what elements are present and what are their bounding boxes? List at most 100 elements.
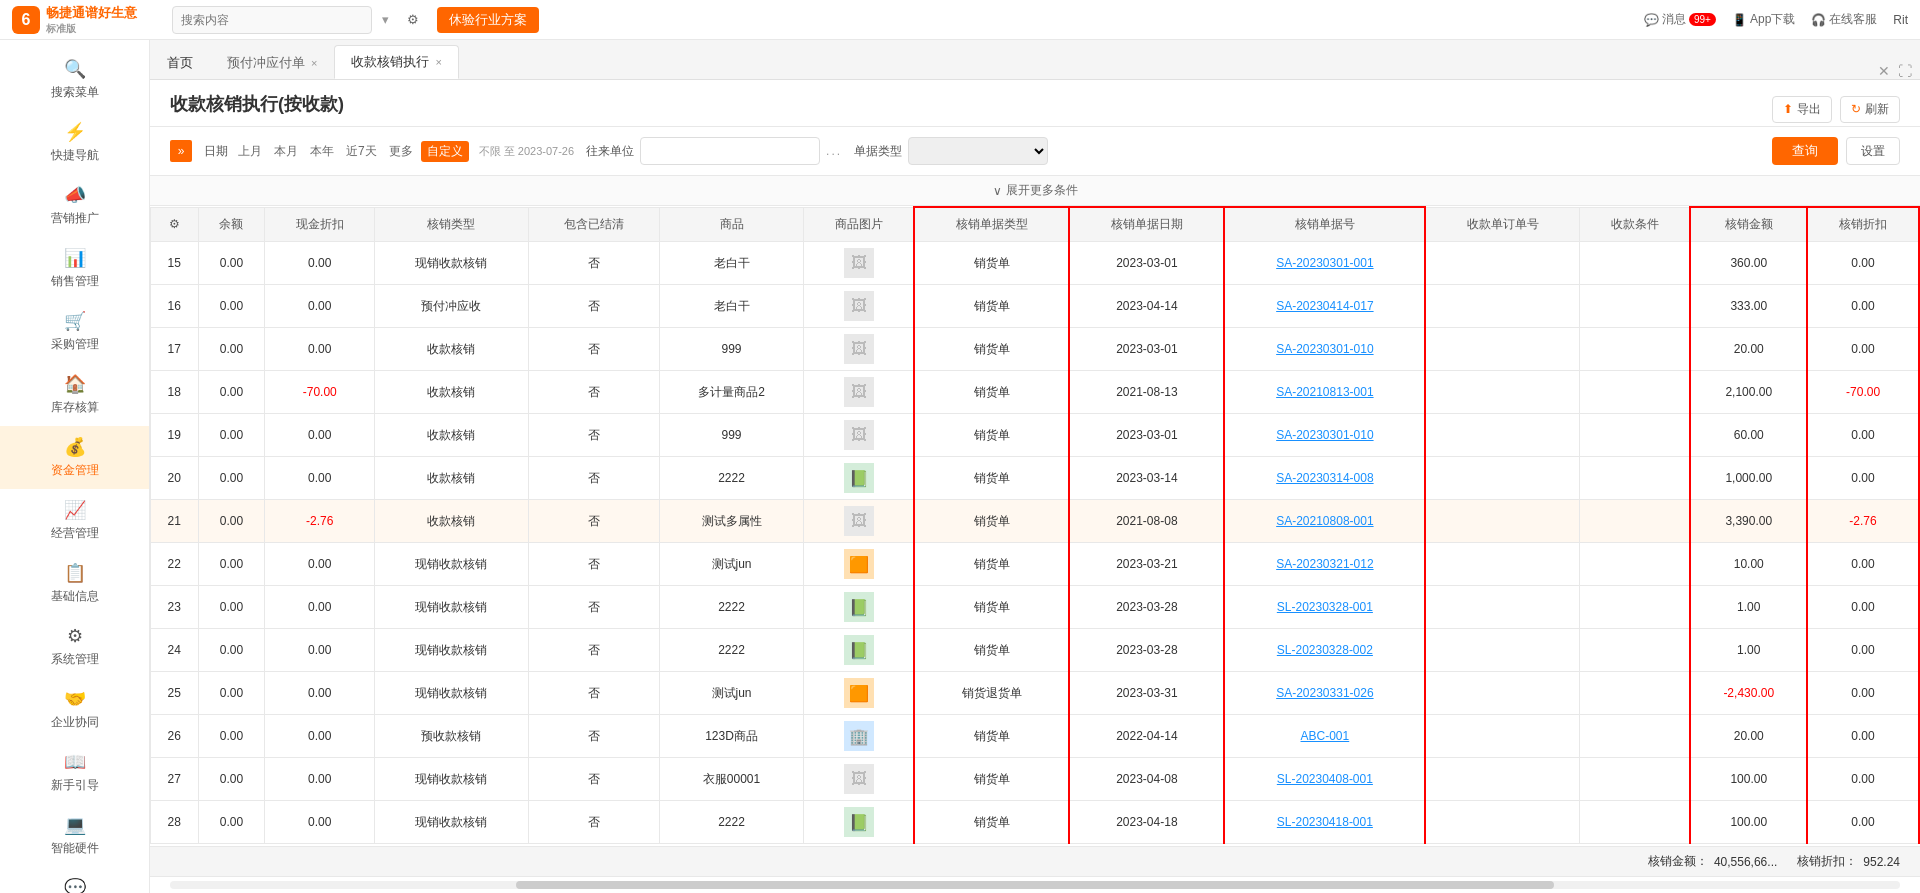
sidebar-item-wechat[interactable]: 💬 企业微信 [0,867,149,893]
cell-bill-date: 2023-04-14 [1069,285,1224,328]
sidebar-item-purchase[interactable]: 🛒 采购管理 [0,300,149,363]
sidebar-item-hardware[interactable]: 💻 智能硬件 [0,804,149,867]
expand-more-button[interactable]: ∨ 展开更多条件 [993,182,1078,199]
bill-type-select[interactable] [908,137,1048,165]
date-btn-last-month[interactable]: 上月 [234,141,266,162]
bill-type-filter-group: 单据类型 [854,137,1048,165]
sidebar-item-basic-info[interactable]: 📋 基础信息 [0,552,149,615]
partner-filter-group: 往来单位 ... [586,137,842,165]
table-row: 15 0.00 0.00 现销收款核销 否 老白干 🖼 销货单 2023-03-… [151,242,1920,285]
sidebar-item-search[interactable]: 🔍 搜索菜单 [0,48,149,111]
cell-bill-no[interactable]: SA-20230301-001 [1224,242,1425,285]
date-btn-this-month[interactable]: 本月 [270,141,302,162]
sidebar-item-system[interactable]: ⚙ 系统管理 [0,615,149,678]
tab-prepay[interactable]: 预付冲应付单 × [210,45,334,79]
tab-collection-close[interactable]: × [435,56,441,68]
export-button[interactable]: ⬆ 导出 [1772,96,1832,123]
cell-bill-no[interactable]: SA-20230301-010 [1224,328,1425,371]
sidebar-item-newbie[interactable]: 📖 新手引导 [0,741,149,804]
settings-icon[interactable]: ⚙ [399,6,427,34]
window-maximize-icon[interactable]: ⛶ [1898,63,1912,79]
tab-prepay-close[interactable]: × [311,57,317,69]
search-input[interactable] [172,6,372,34]
query-button[interactable]: 查询 [1772,137,1838,165]
horizontal-scrollbar[interactable] [170,881,1900,889]
cell-discount: 0.00 [1807,457,1919,500]
col-gear[interactable]: ⚙ [151,207,199,242]
date-btn-7days[interactable]: 近7天 [342,141,381,162]
cell-order-no [1425,500,1579,543]
refresh-button[interactable]: ↻ 刷新 [1840,96,1900,123]
cell-id: 21 [151,500,199,543]
main-content: 首页 预付冲应付单 × 收款核销执行 × ✕ ⛶ 收款核销执行(按收款) ⬆ [150,40,1920,893]
col-order-no: 收款单订单号 [1425,207,1579,242]
filter-settings-button[interactable]: 设置 [1846,137,1900,165]
cell-condition [1580,457,1691,500]
table-row: 21 0.00 -2.76 收款核销 否 测试多属性 🖼 销货单 2021-08… [151,500,1920,543]
date-range-text: 不限 至 2023-07-26 [479,144,574,159]
cell-bill-no[interactable]: SA-20210813-001 [1224,371,1425,414]
date-btn-custom[interactable]: 自定义 [421,141,469,162]
sidebar-item-shortcuts[interactable]: ⚡ 快捷导航 [0,111,149,174]
refresh-icon: ↻ [1851,102,1861,116]
table-row: 24 0.00 0.00 现销收款核销 否 2222 📗 销货单 2023-03… [151,629,1920,672]
cell-id: 23 [151,586,199,629]
sidebar-item-enterprise[interactable]: 🤝 企业协同 [0,678,149,741]
cell-bill-no[interactable]: SL-20230408-001 [1224,758,1425,801]
search-dropdown-icon[interactable]: ▾ [382,12,389,27]
logo-icon: 6 [12,6,40,34]
cell-order-no [1425,457,1579,500]
date-btn-more[interactable]: 更多 [385,141,417,162]
cell-id: 24 [151,629,199,672]
cell-cash-discount: 0.00 [265,801,375,844]
sidebar-item-sales[interactable]: 📊 销售管理 [0,237,149,300]
cell-settled: 否 [528,629,660,672]
tab-collection[interactable]: 收款核销执行 × [334,45,458,79]
cell-bill-no[interactable]: SA-20230414-017 [1224,285,1425,328]
cell-type: 现销收款核销 [375,672,528,715]
cell-type: 现销收款核销 [375,801,528,844]
cell-order-no [1425,715,1579,758]
cell-bill-no[interactable]: SL-20230328-002 [1224,629,1425,672]
table-header-row: ⚙ 余额 现金折扣 核销类型 包含已结清 商品 商品图片 核销单据类型 核销单据… [151,207,1920,242]
col-balance: 余额 [198,207,265,242]
sidebar-item-management[interactable]: 📈 经营管理 [0,489,149,552]
cell-condition [1580,758,1691,801]
cell-type: 预收款核销 [375,715,528,758]
cell-id: 25 [151,672,199,715]
tab-home[interactable]: 首页 [150,45,210,79]
messages-btn[interactable]: 💬 消息 99+ [1644,11,1716,28]
app-download-btn[interactable]: 📱 App下载 [1732,11,1795,28]
cell-bill-no[interactable]: ABC-001 [1224,715,1425,758]
sidebar-item-finance[interactable]: 💰 资金管理 [0,426,149,489]
sidebar-item-inventory[interactable]: 🏠 库存核算 [0,363,149,426]
partner-dots: ... [826,144,842,158]
cell-amount: 60.00 [1690,414,1807,457]
table-wrap[interactable]: ⚙ 余额 现金折扣 核销类型 包含已结清 商品 商品图片 核销单据类型 核销单据… [150,206,1920,846]
user-name[interactable]: Rit [1893,13,1908,27]
cell-bill-date: 2023-04-18 [1069,801,1224,844]
partner-input[interactable] [640,137,820,165]
expand-more-row: ∨ 展开更多条件 [150,176,1920,206]
cell-bill-no[interactable]: SA-20230321-012 [1224,543,1425,586]
cell-bill-date: 2023-03-01 [1069,414,1224,457]
sidebar-label-enterprise: 企业协同 [51,714,99,731]
date-btn-this-year[interactable]: 本年 [306,141,338,162]
cell-bill-no[interactable]: SA-20210808-001 [1224,500,1425,543]
cell-type: 收款核销 [375,414,528,457]
online-service-btn[interactable]: 🎧 在线客服 [1811,11,1877,28]
cell-discount: -2.76 [1807,500,1919,543]
cell-bill-no[interactable]: SL-20230418-001 [1224,801,1425,844]
cell-bill-no[interactable]: SA-20230301-010 [1224,414,1425,457]
cell-bill-no[interactable]: SA-20230314-008 [1224,457,1425,500]
sidebar-item-marketing[interactable]: 📣 营销推广 [0,174,149,237]
solution-button[interactable]: 休验行业方案 [437,7,539,33]
expand-button[interactable]: » [170,140,192,162]
cell-bill-no[interactable]: SL-20230328-001 [1224,586,1425,629]
window-close-icon[interactable]: ✕ [1878,63,1890,79]
scrollbar-thumb[interactable] [516,881,1554,889]
cell-condition [1580,672,1691,715]
cell-cash-discount: 0.00 [265,242,375,285]
cell-bill-no[interactable]: SA-20230331-026 [1224,672,1425,715]
table-row: 27 0.00 0.00 现销收款核销 否 衣服00001 🖼 销货单 2023… [151,758,1920,801]
